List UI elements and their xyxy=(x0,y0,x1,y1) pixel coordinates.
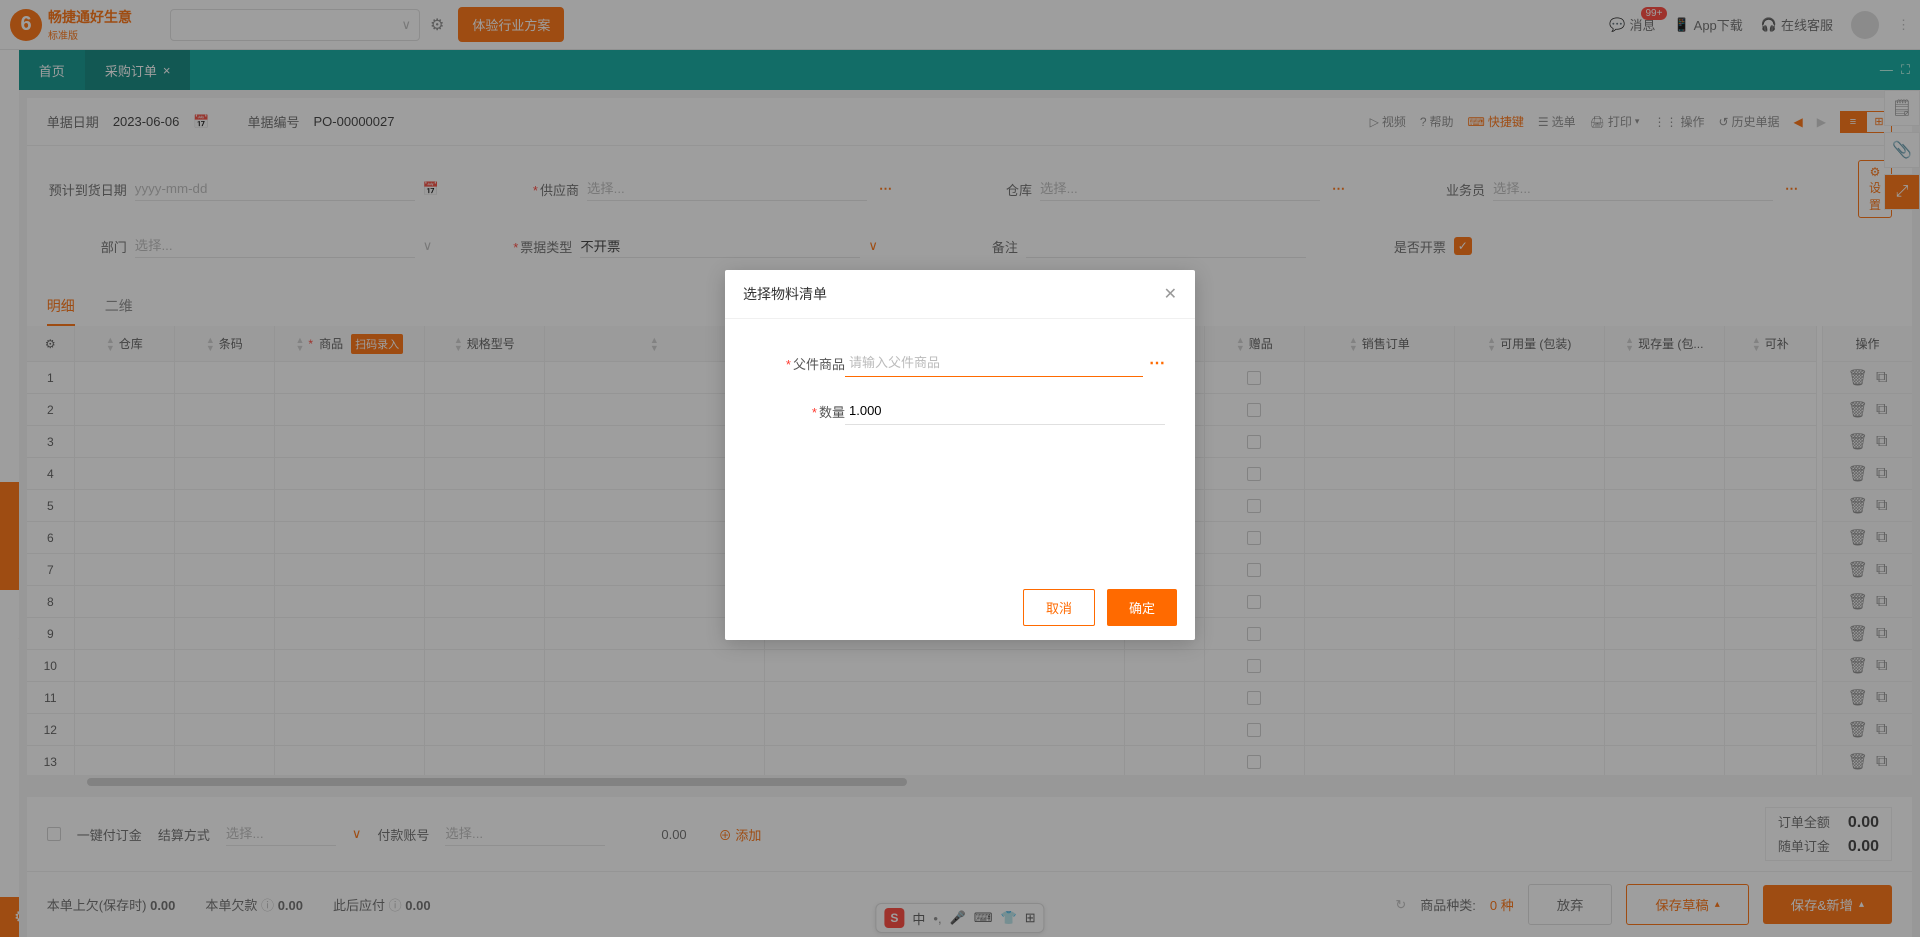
material-list-modal: 选择物料清单 ✕ *父件商品 ⋯ *数量 取消 确定 xyxy=(725,270,1195,640)
qty-input[interactable] xyxy=(845,397,1165,425)
more-icon[interactable]: ⋯ xyxy=(1149,353,1165,373)
qty-label: *数量 xyxy=(755,402,845,421)
parent-product-input[interactable] xyxy=(845,349,1143,377)
cancel-button[interactable]: 取消 xyxy=(1023,589,1095,626)
close-icon[interactable]: ✕ xyxy=(1164,284,1177,304)
modal-title: 选择物料清单 xyxy=(743,284,827,304)
modal-overlay: 选择物料清单 ✕ *父件商品 ⋯ *数量 取消 确定 xyxy=(0,0,1920,937)
parent-product-label: *父件商品 xyxy=(755,354,845,373)
confirm-button[interactable]: 确定 xyxy=(1107,589,1177,626)
